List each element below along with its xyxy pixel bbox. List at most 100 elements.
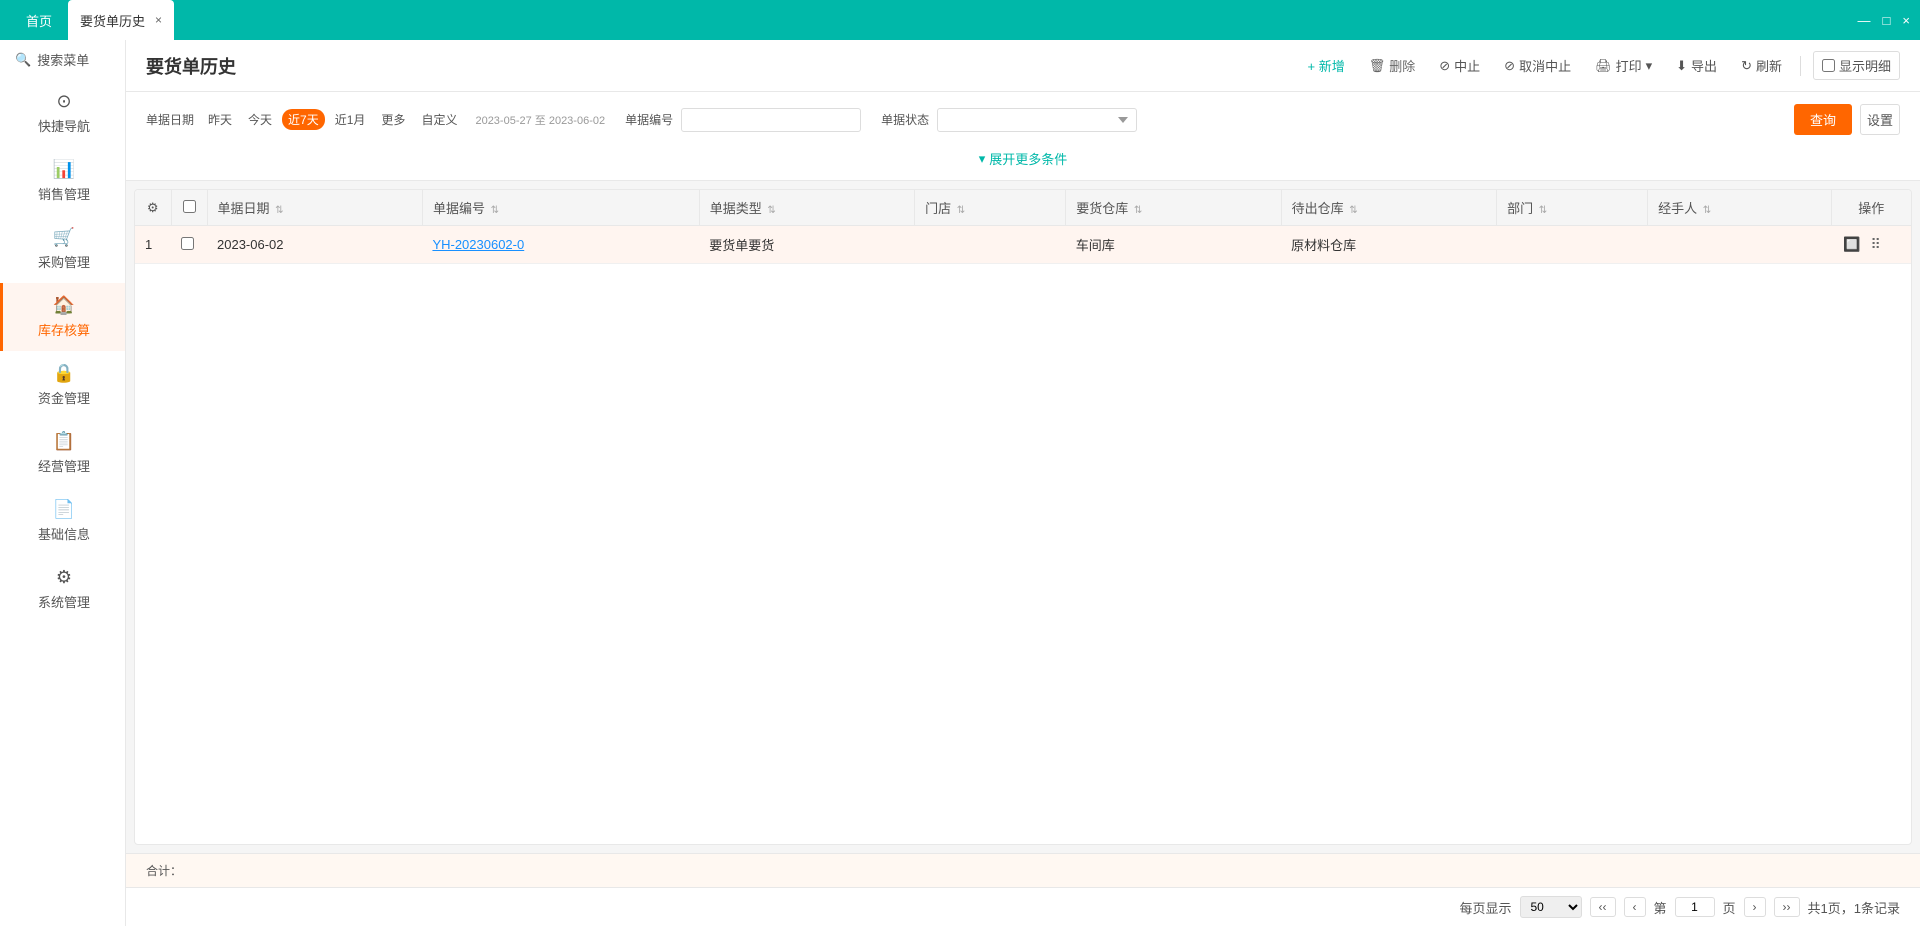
date-btn-more[interactable]: 更多: [375, 109, 411, 130]
sort-doc-date-icon[interactable]: ⇅: [275, 205, 283, 216]
print-dropdown-icon: ▾: [1646, 58, 1653, 74]
th-req-warehouse-label: 要货仓库: [1076, 201, 1128, 216]
sidebar-item-quick-nav[interactable]: ⊙ 快捷导航: [0, 79, 125, 147]
expand-row: ▾ 展开更多条件: [146, 141, 1900, 168]
quick-nav-icon: ⊙: [56, 91, 71, 112]
system-icon: ⚙: [56, 567, 72, 588]
close-icon[interactable]: ×: [1902, 13, 1910, 28]
row-actions: 🔲 ⠿: [1841, 234, 1901, 255]
date-filter-label: 单据日期: [146, 111, 194, 128]
th-pending-warehouse[interactable]: 待出仓库 ⇅: [1281, 190, 1496, 226]
page-size-select[interactable]: 50: [1520, 896, 1582, 918]
row-checkbox[interactable]: [181, 237, 194, 250]
date-btn-7days[interactable]: 近7天: [282, 109, 325, 130]
sidebar-item-operations[interactable]: 📋 经营管理: [0, 419, 125, 487]
filter-row: 单据日期 昨天 今天 近7天 近1月 更多 自定义 2023-05-27 至 2…: [146, 104, 1900, 135]
footer-bar: 合计：: [126, 853, 1920, 887]
td-doc-date: 2023-06-02: [207, 226, 422, 264]
export-label: 导出: [1691, 56, 1717, 75]
prev-page-button[interactable]: ‹‹: [1590, 897, 1616, 917]
next-button[interactable]: ›: [1744, 897, 1766, 917]
status-select[interactable]: [937, 108, 1137, 132]
purchase-icon: 🛒: [53, 227, 75, 248]
sort-handler-icon[interactable]: ⇅: [1703, 205, 1711, 216]
prev-button[interactable]: ‹: [1624, 897, 1646, 917]
next-page-button[interactable]: ››: [1774, 897, 1800, 917]
sidebar-item-system[interactable]: ⚙ 系统管理: [0, 555, 125, 623]
doc-no-link[interactable]: YH-20230602-0: [432, 237, 524, 252]
th-pending-warehouse-label: 待出仓库: [1292, 201, 1344, 216]
sort-doc-no-icon[interactable]: ⇅: [491, 205, 499, 216]
td-checkbox: [171, 226, 207, 264]
sort-req-warehouse-icon[interactable]: ⇅: [1134, 205, 1142, 216]
th-doc-date[interactable]: 单据日期 ⇅: [207, 190, 422, 226]
tab-close-icon[interactable]: ×: [155, 13, 162, 27]
sidebar-item-purchase[interactable]: 🛒 采购管理: [0, 215, 125, 283]
sort-doc-type-icon[interactable]: ⇅: [767, 205, 775, 216]
sidebar-item-inventory[interactable]: 🏠 库存核算: [0, 283, 125, 351]
delete-button[interactable]: 🗑 删除: [1363, 52, 1422, 79]
date-btn-custom[interactable]: 自定义: [415, 109, 463, 130]
sidebar-search-label: 搜索菜单: [37, 50, 89, 69]
th-handler[interactable]: 经手人 ⇅: [1648, 190, 1831, 226]
sort-pending-warehouse-icon[interactable]: ⇅: [1349, 205, 1357, 216]
td-handler: [1648, 226, 1831, 264]
date-btn-group: 昨天 今天 近7天 近1月 更多 自定义: [202, 109, 463, 130]
th-doc-no-label: 单据编号: [433, 201, 485, 216]
th-store[interactable]: 门店 ⇅: [915, 190, 1066, 226]
settings-button[interactable]: 设置: [1860, 104, 1900, 135]
show-detail-checkbox[interactable]: [1822, 59, 1835, 72]
row-more-button[interactable]: ⠿: [1868, 234, 1882, 255]
th-gear[interactable]: ⚙: [135, 190, 171, 226]
sidebar-item-label: 经营管理: [38, 456, 90, 475]
minimize-icon[interactable]: —: [1858, 13, 1871, 28]
th-doc-type-label: 单据类型: [710, 201, 762, 216]
cancel-stop-icon: ⊘: [1504, 58, 1515, 74]
export-button[interactable]: ⬇ 导出: [1670, 52, 1723, 79]
gear-icon: ⚙: [147, 200, 159, 215]
expand-more-btn[interactable]: ▾ 展开更多条件: [979, 149, 1068, 168]
sidebar-item-label: 系统管理: [38, 592, 90, 611]
sidebar-item-sales[interactable]: 📊 销售管理: [0, 147, 125, 215]
select-all-checkbox[interactable]: [183, 200, 196, 213]
page-size-label: 每页显示: [1459, 898, 1511, 917]
refresh-button[interactable]: ↻ 刷新: [1735, 52, 1788, 79]
sidebar-search[interactable]: 🔍 搜索菜单: [0, 40, 125, 79]
sidebar-item-label: 基础信息: [38, 524, 90, 543]
th-checkbox: [171, 190, 207, 226]
doc-no-input[interactable]: [681, 108, 861, 132]
refresh-icon: ↻: [1741, 58, 1752, 74]
sidebar-item-finance[interactable]: 🔒 资金管理: [0, 351, 125, 419]
maximize-icon[interactable]: □: [1883, 13, 1891, 28]
sort-store-icon[interactable]: ⇅: [957, 205, 965, 216]
row-view-button[interactable]: 🔲: [1841, 234, 1862, 255]
finance-icon: 🔒: [53, 363, 75, 384]
print-button[interactable]: 🖨 打印 ▾: [1589, 52, 1658, 79]
sidebar-item-basic-info[interactable]: 📄 基础信息: [0, 487, 125, 555]
date-btn-1month[interactable]: 近1月: [329, 109, 372, 130]
date-btn-yesterday[interactable]: 昨天: [202, 109, 238, 130]
delete-icon: 🗑: [1369, 58, 1386, 74]
search-icon: 🔍: [15, 52, 31, 68]
show-detail-button[interactable]: 显示明细: [1813, 51, 1900, 80]
th-dept[interactable]: 部门 ⇅: [1497, 190, 1648, 226]
tab-home[interactable]: 首页: [10, 0, 68, 40]
cancel-stop-button[interactable]: ⊘ 取消中止: [1498, 52, 1577, 79]
page-input[interactable]: [1675, 897, 1715, 917]
date-range-text: 2023-05-27 至 2023-06-02: [475, 112, 605, 128]
th-doc-type[interactable]: 单据类型 ⇅: [699, 190, 914, 226]
filter-area: 单据日期 昨天 今天 近7天 近1月 更多 自定义 2023-05-27 至 2…: [126, 92, 1920, 181]
stop-button[interactable]: ⊘ 中止: [1433, 52, 1486, 79]
toolbar: + 新增 🗑 删除 ⊘ 中止 ⊘ 取消中止 🖨 打印 ▾: [1301, 51, 1900, 80]
add-button[interactable]: + 新增: [1301, 52, 1350, 79]
sort-dept-icon[interactable]: ⇅: [1539, 205, 1547, 216]
date-btn-today[interactable]: 今天: [242, 109, 278, 130]
query-button[interactable]: 查询: [1794, 104, 1852, 135]
td-num: 1: [135, 226, 171, 264]
th-req-warehouse[interactable]: 要货仓库 ⇅: [1066, 190, 1281, 226]
sidebar: 🔍 搜索菜单 ⊙ 快捷导航 📊 销售管理 🛒 采购管理 🏠 库存核算 🔒 资金管…: [0, 40, 126, 926]
th-doc-no[interactable]: 单据编号 ⇅: [422, 190, 699, 226]
tab-active[interactable]: 要货单历史 ×: [68, 0, 174, 40]
td-ops: 🔲 ⠿: [1831, 226, 1911, 264]
th-doc-date-label: 单据日期: [218, 201, 270, 216]
